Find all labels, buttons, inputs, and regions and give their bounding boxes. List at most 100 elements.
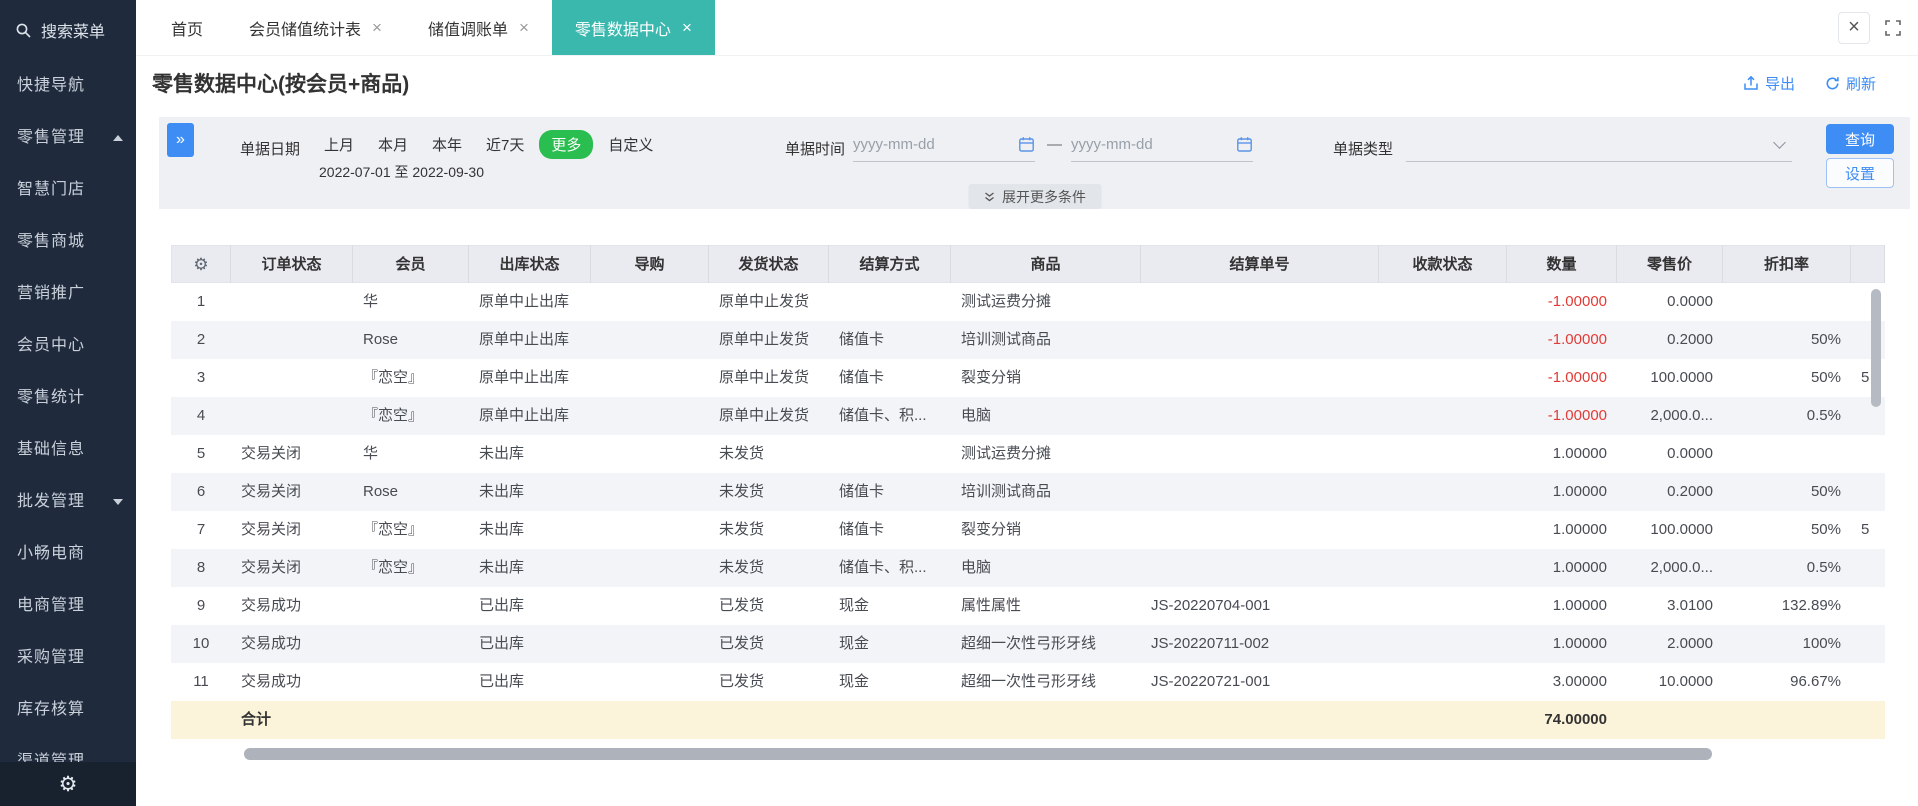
calendar-icon[interactable] bbox=[1236, 136, 1253, 153]
page-title: 零售数据中心(按会员+商品) bbox=[152, 73, 410, 96]
sidebar-item-1[interactable]: 零售管理 bbox=[0, 112, 136, 164]
quick-range-3[interactable]: 近7天 bbox=[477, 130, 533, 159]
cell-outbound_status: 原单中止出库 bbox=[469, 397, 591, 435]
cell-discount_rate: 50% bbox=[1723, 321, 1851, 359]
sidebar-item-4[interactable]: 营销推广 bbox=[0, 268, 136, 320]
cell-product: 培训测试商品 bbox=[951, 473, 1141, 511]
sidebar-item-12[interactable]: 库存核算 bbox=[0, 684, 136, 736]
table-row-3[interactable]: 3 『恋空』 原单中止出库 原单中止发货 储值卡 裂变分销 -1.00000 100.0000… bbox=[171, 359, 1885, 397]
column-header-quantity[interactable]: 数量 bbox=[1507, 245, 1617, 283]
start-date-input[interactable] bbox=[853, 136, 1014, 153]
table-row-4[interactable]: 4 『恋空』 原单中止出库 原单中止发货 储值卡、积... 电脑 -1.00000 2,000… bbox=[171, 397, 1885, 435]
cell-quantity: 1.00000 bbox=[1507, 587, 1617, 625]
quick-range-1[interactable]: 本月 bbox=[369, 130, 417, 159]
cell-settlement_no bbox=[1141, 473, 1379, 511]
search-icon bbox=[16, 23, 31, 38]
column-header-ext[interactable] bbox=[1851, 245, 1885, 283]
table-row-8[interactable]: 8 交易关闭 『恋空』 未出库 未发货 储值卡、积... 电脑 1.00000 2,000.0.… bbox=[171, 549, 1885, 587]
table-header: ⚙ 订单状态 会员 出库状态 导购 发货状态 结算方式 商品 结算单号 收款状态 数量 零售价 折扣率 bbox=[171, 245, 1885, 283]
sidebar-search[interactable]: 搜索菜单 bbox=[0, 0, 136, 60]
column-header-guide[interactable]: 导购 bbox=[591, 245, 709, 283]
column-header-settlement_no[interactable]: 结算单号 bbox=[1141, 245, 1379, 283]
cell-quantity: 1.00000 bbox=[1507, 435, 1617, 473]
tab-1[interactable]: 会员储值统计表 × bbox=[226, 0, 405, 55]
cell-product: 电脑 bbox=[951, 397, 1141, 435]
tab-3[interactable]: 零售数据中心 × bbox=[551, 0, 715, 55]
sidebar-item-9[interactable]: 小畅电商 bbox=[0, 528, 136, 580]
table-row-11[interactable]: 11 交易成功 已出库 已发货 现金 超细一次性弓形牙线 JS-20220721-001 3.… bbox=[171, 663, 1885, 701]
collapse-filter-button[interactable]: » bbox=[167, 123, 194, 157]
vertical-scrollbar[interactable] bbox=[1871, 289, 1881, 407]
tab-0[interactable]: 首页 bbox=[148, 0, 226, 55]
quick-range-4[interactable]: 更多 bbox=[539, 130, 594, 159]
calendar-icon[interactable] bbox=[1018, 136, 1035, 153]
cell-outbound_status: 原单中止出库 bbox=[469, 283, 591, 321]
expand-more-button[interactable]: 展开更多条件 bbox=[968, 184, 1101, 209]
settings-button[interactable]: 设置 bbox=[1826, 158, 1894, 188]
sidebar-item-0[interactable]: 快捷导航 bbox=[0, 60, 136, 112]
cell-order_status: 交易成功 bbox=[231, 663, 353, 701]
cell-retail_price: 0.0000 bbox=[1617, 435, 1723, 473]
sidebar-item-2[interactable]: 智慧门店 bbox=[0, 164, 136, 216]
table-total-row: 合计 74.00000 bbox=[171, 701, 1885, 739]
column-header-delivery_status[interactable]: 发货状态 bbox=[709, 245, 829, 283]
cell-order_status: 交易关闭 bbox=[231, 549, 353, 587]
column-header-member[interactable]: 会员 bbox=[353, 245, 469, 283]
quick-range-5[interactable]: 自定义 bbox=[599, 130, 662, 159]
table-row-5[interactable]: 5 交易关闭华未出库 未发货 测试运费分摊 1.00000 0.0000 bbox=[171, 435, 1885, 473]
column-header-settlement_method[interactable]: 结算方式 bbox=[829, 245, 951, 283]
tab-2[interactable]: 储值调账单 × bbox=[405, 0, 552, 55]
settings-gear-icon[interactable]: ⚙ bbox=[59, 772, 78, 797]
table-row-2[interactable]: 2 Rose 原单中止出库 原单中止发货 储值卡 培训测试商品 -1.00000 0.2000… bbox=[171, 321, 1885, 359]
export-button[interactable]: 导出 bbox=[1743, 73, 1795, 94]
cell-quantity: -1.00000 bbox=[1507, 283, 1617, 321]
column-header-payment_status[interactable]: 收款状态 bbox=[1379, 245, 1507, 283]
cell-delivery_status: 原单中止发货 bbox=[709, 283, 829, 321]
sidebar-item-11[interactable]: 采购管理 bbox=[0, 632, 136, 684]
query-button[interactable]: 查询 bbox=[1826, 124, 1894, 154]
column-header-num[interactable]: ⚙ bbox=[171, 245, 231, 283]
table-row-9[interactable]: 9 交易成功 已出库 已发货 现金 属性属性 JS-20220704-001 1.00000 3… bbox=[171, 587, 1885, 625]
column-header-product[interactable]: 商品 bbox=[951, 245, 1141, 283]
cell-payment_status bbox=[1379, 587, 1507, 625]
sidebar-item-5[interactable]: 会员中心 bbox=[0, 320, 136, 372]
column-header-outbound_status[interactable]: 出库状态 bbox=[469, 245, 591, 283]
fullscreen-icon[interactable] bbox=[1884, 19, 1902, 37]
cell-quantity: 1.00000 bbox=[1507, 473, 1617, 511]
end-date-input[interactable] bbox=[1071, 136, 1232, 153]
sidebar-item-8[interactable]: 批发管理 bbox=[0, 476, 136, 528]
sidebar-item-6[interactable]: 零售统计 bbox=[0, 372, 136, 424]
column-header-retail_price[interactable]: 零售价 bbox=[1617, 245, 1723, 283]
cell-payment_status bbox=[1379, 359, 1507, 397]
column-header-order_status[interactable]: 订单状态 bbox=[231, 245, 353, 283]
doc-type-select[interactable] bbox=[1406, 128, 1792, 162]
cell-member: 『恋空』 bbox=[353, 511, 469, 549]
column-header-discount_rate[interactable]: 折扣率 bbox=[1723, 245, 1851, 283]
cell-outbound_status: 未出库 bbox=[469, 549, 591, 587]
quick-range-0[interactable]: 上月 bbox=[315, 130, 363, 159]
tab-close-icon[interactable]: × bbox=[372, 19, 382, 36]
table-row-7[interactable]: 7 交易关闭 『恋空』 未出库 未发货 储值卡 裂变分销 1.00000 100.0000 50%… bbox=[171, 511, 1885, 549]
table-row-6[interactable]: 6 交易关闭 Rose 未出库 未发货 储值卡 培训测试商品 1.00000 0.2000 50% bbox=[171, 473, 1885, 511]
tab-close-icon[interactable]: × bbox=[519, 19, 529, 36]
cell-member: Rose bbox=[353, 473, 469, 511]
cell-quantity: -1.00000 bbox=[1507, 397, 1617, 435]
sidebar-item-10[interactable]: 电商管理 bbox=[0, 580, 136, 632]
tab-close-icon[interactable]: × bbox=[682, 19, 692, 36]
sidebar-search-label: 搜索菜单 bbox=[41, 24, 106, 41]
refresh-button[interactable]: 刷新 bbox=[1825, 73, 1876, 94]
close-icon[interactable]: × bbox=[1838, 11, 1870, 44]
horizontal-scrollbar[interactable] bbox=[244, 748, 1712, 760]
cell-payment_status bbox=[1379, 511, 1507, 549]
sidebar-item-7[interactable]: 基础信息 bbox=[0, 424, 136, 476]
table-row-1[interactable]: 1 华原单中止出库 原单中止发货 测试运费分摊 -1.00000 0.0000 bbox=[171, 283, 1885, 321]
cell-settlement_no bbox=[1141, 511, 1379, 549]
cell-product: 超细一次性弓形牙线 bbox=[951, 625, 1141, 663]
cell-settlement_method: 现金 bbox=[829, 663, 951, 701]
cell-num: 5 bbox=[171, 435, 231, 473]
quick-range-2[interactable]: 本年 bbox=[423, 130, 471, 159]
table-row-10[interactable]: 10 交易成功 已出库 已发货 现金 超细一次性弓形牙线 JS-20220711-002 1.… bbox=[171, 625, 1885, 663]
cell-product: 裂变分销 bbox=[951, 511, 1141, 549]
sidebar-item-3[interactable]: 零售商城 bbox=[0, 216, 136, 268]
column-settings-gear-icon[interactable]: ⚙ bbox=[193, 255, 208, 274]
